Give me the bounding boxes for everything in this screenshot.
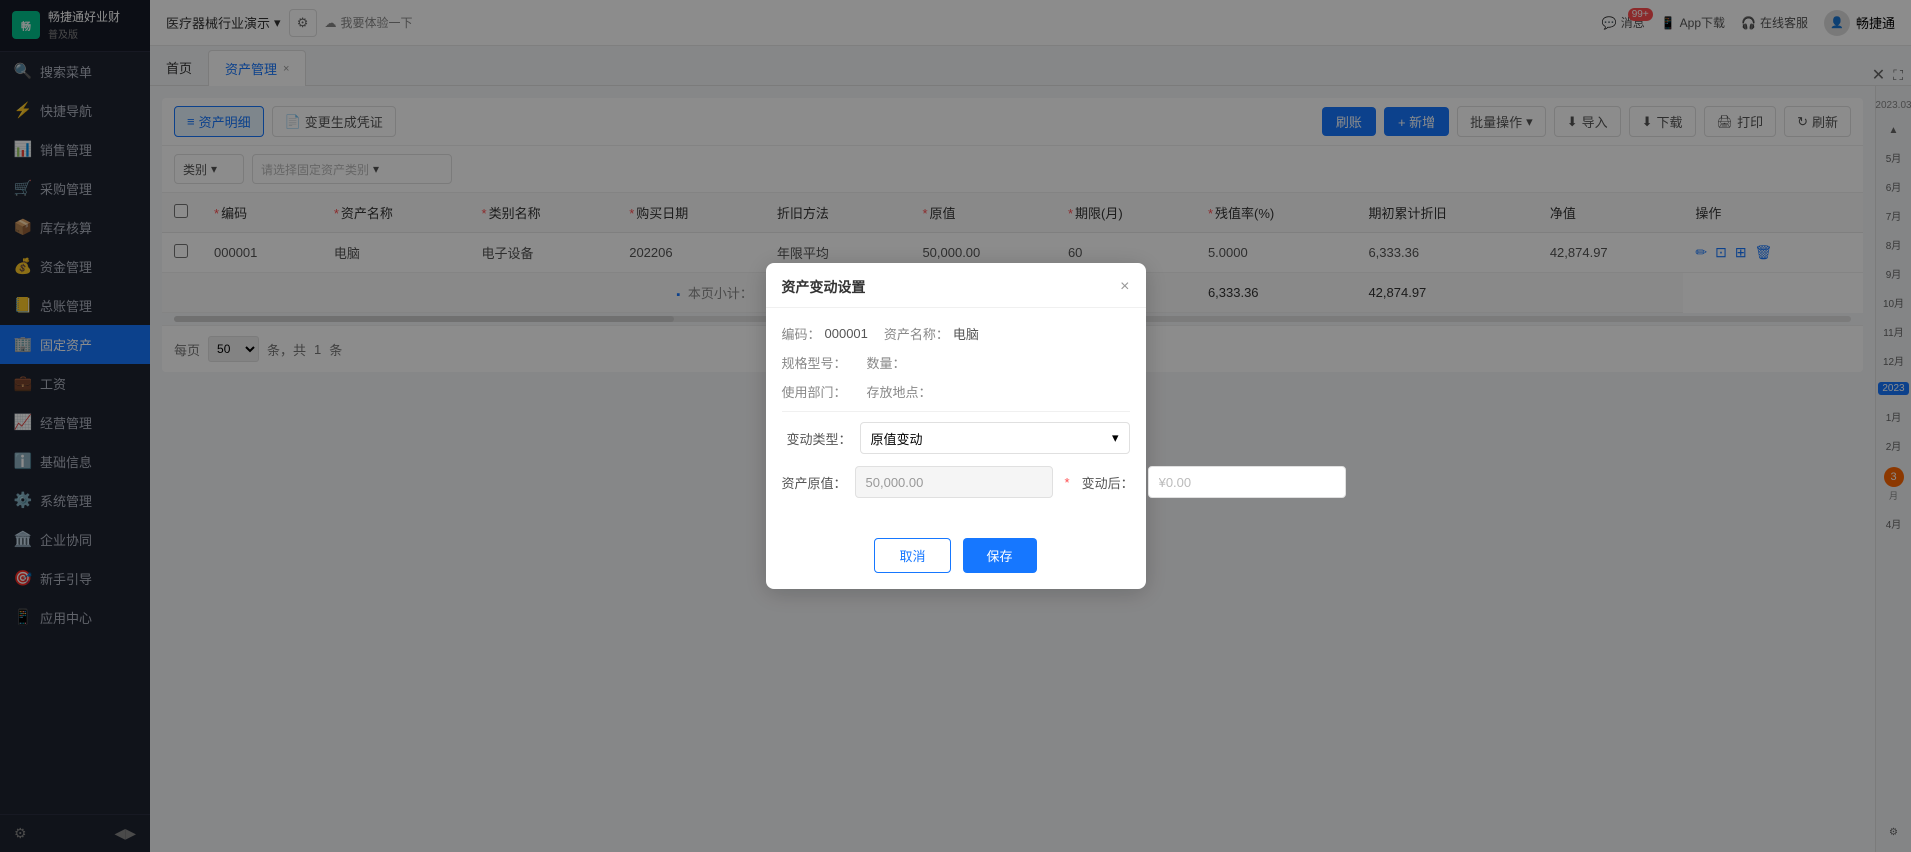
dialog-footer: 取消 保存 <box>766 526 1146 589</box>
dialog-quantity-field: 数量： <box>867 353 910 372</box>
asset-value-input[interactable] <box>855 466 1053 498</box>
change-type-row: 变动类型： 原值变动 ▾ <box>782 422 1130 454</box>
quantity-label: 数量： <box>867 353 906 372</box>
code-label: 编码： <box>782 324 821 343</box>
dialog-spec-field: 规格型号： <box>782 353 851 372</box>
dialog-code-field: 编码： 000001 <box>782 324 868 343</box>
modal-overlay[interactable]: 资产变动设置 × 编码： 000001 资产名称： 电脑 规格型号： <box>0 0 1911 852</box>
dialog-divider <box>782 411 1130 412</box>
required-mark: * <box>1065 475 1070 490</box>
dialog-close-button[interactable]: × <box>1120 278 1129 296</box>
dialog-header: 资产变动设置 × <box>766 263 1146 308</box>
asset-change-dialog: 资产变动设置 × 编码： 000001 资产名称： 电脑 规格型号： <box>766 263 1146 589</box>
change-type-label: 变动类型： <box>782 429 852 448</box>
dialog-info-row-3: 使用部门： 存放地点： <box>782 382 1130 401</box>
dialog-info-row-1: 编码： 000001 资产名称： 电脑 <box>782 324 1130 343</box>
asset-name-label: 资产名称： <box>884 324 949 343</box>
asset-value-label: 资产原值： <box>782 473 847 492</box>
code-value: 000001 <box>825 326 868 341</box>
chevron-down-icon: ▾ <box>1112 430 1119 446</box>
spec-label: 规格型号： <box>782 353 847 372</box>
asset-name-value: 电脑 <box>953 324 979 343</box>
change-type-select[interactable]: 原值变动 ▾ <box>860 422 1130 454</box>
save-button[interactable]: 保存 <box>963 538 1037 573</box>
dialog-dept-field: 使用部门： <box>782 382 851 401</box>
asset-value-row: 资产原值： * 变动后： <box>782 466 1130 498</box>
after-change-label: 变动后： <box>1082 473 1134 492</box>
location-label: 存放地点： <box>867 382 932 401</box>
dialog-asset-name-field: 资产名称： 电脑 <box>884 324 979 343</box>
dialog-info-row-2: 规格型号： 数量： <box>782 353 1130 372</box>
after-change-input[interactable] <box>1148 466 1346 498</box>
dialog-location-field: 存放地点： <box>867 382 936 401</box>
cancel-button[interactable]: 取消 <box>874 538 950 573</box>
dialog-body: 编码： 000001 资产名称： 电脑 规格型号： 数量： <box>766 308 1146 526</box>
dept-label: 使用部门： <box>782 382 847 401</box>
change-type-value: 原值变动 <box>871 429 923 448</box>
dialog-title: 资产变动设置 <box>782 277 866 297</box>
